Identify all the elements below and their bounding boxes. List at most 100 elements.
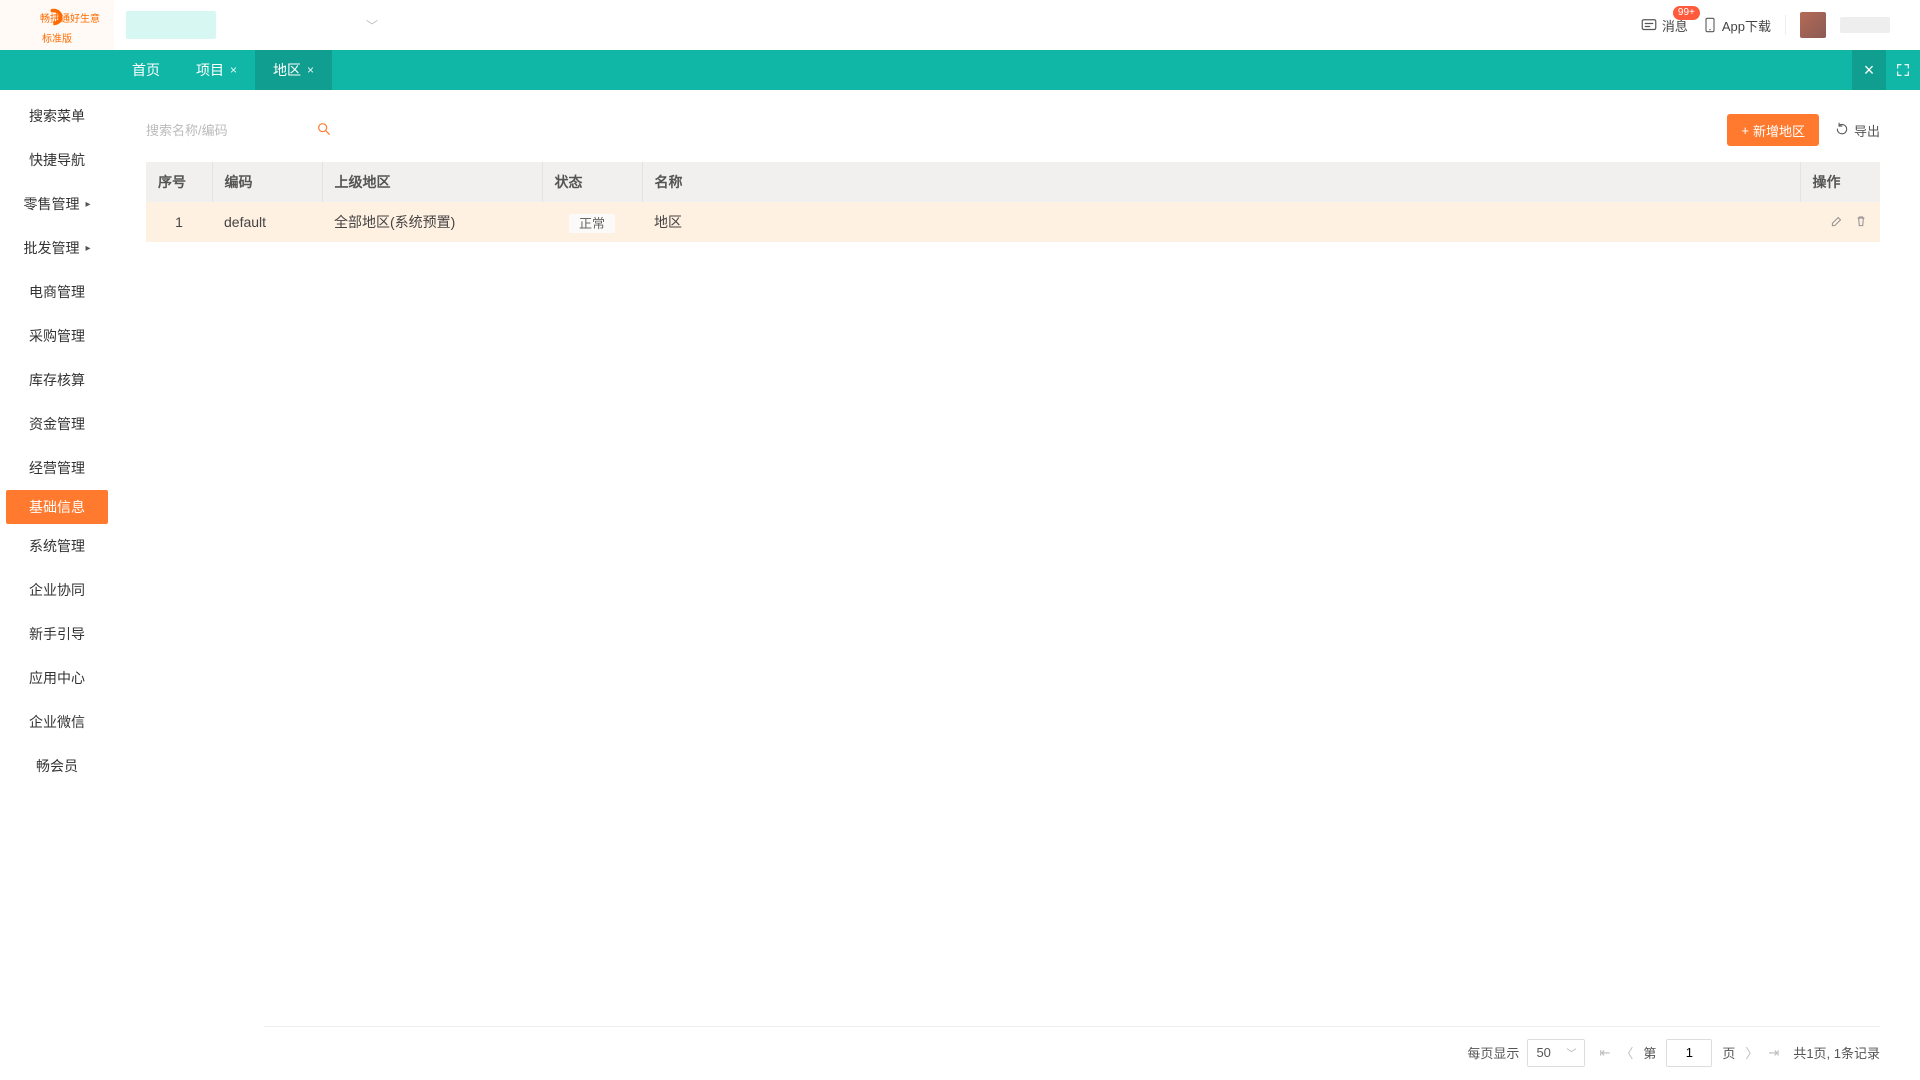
page-suffix: 页 <box>1722 1043 1735 1062</box>
tab-label: 地区 <box>273 60 301 80</box>
close-icon[interactable]: × <box>230 63 237 77</box>
logo-brand: 畅捷通好生意 <box>40 10 100 25</box>
sidebar-item-label: 企业协同 <box>29 580 85 600</box>
delete-icon[interactable] <box>1854 214 1868 231</box>
org-switcher[interactable] <box>126 11 216 39</box>
sidebar: 搜索菜单 快捷导航 零售管理▸ 批发管理 ▸ 电商管理 采购管理 库存核算 资金管… <box>0 90 114 1080</box>
close-tab-button[interactable] <box>1852 50 1886 90</box>
sidebar-item-operations[interactable]: 经营管理 <box>0 446 114 490</box>
tab-project[interactable]: 项目 × <box>178 50 255 90</box>
sidebar-item-basic-info[interactable]: 基础信息 <box>6 490 108 524</box>
page-size-value: 50 <box>1536 1045 1550 1060</box>
export-icon <box>1835 122 1849 139</box>
plus-icon: + <box>1741 123 1749 138</box>
avatar[interactable] <box>1800 12 1826 38</box>
sidebar-item-label: 电商管理 <box>29 282 85 302</box>
tab-region[interactable]: 地区 × <box>255 50 332 90</box>
page-size-label: 每页显示 <box>1467 1043 1519 1062</box>
message-icon <box>1640 16 1658 34</box>
th-name[interactable]: 名称 <box>642 162 1800 202</box>
logo-subtitle: 标准版 <box>42 30 72 45</box>
chevron-down-icon[interactable]: ﹀ <box>366 17 378 34</box>
search-icon[interactable] <box>316 121 332 140</box>
chevron-down-icon: ﹀ <box>1566 1045 1576 1060</box>
sidebar-item-ecommerce[interactable]: 电商管理 <box>0 270 114 314</box>
pagination: 每页显示 50 ﹀ ⇤ 〈 第 页 〉 ⇥ 共1页, 1条记录 <box>264 1026 1880 1064</box>
sidebar-item-label: 快捷导航 <box>29 150 85 170</box>
divider <box>1785 15 1786 35</box>
edit-icon[interactable] <box>1830 214 1844 231</box>
sidebar-item-label: 采购管理 <box>29 326 85 346</box>
sidebar-item-search-menu[interactable]: 搜索菜单 <box>0 94 114 138</box>
sidebar-item-label: 新手引导 <box>29 624 85 644</box>
sidebar-item-guide[interactable]: 新手引导 <box>0 612 114 656</box>
region-table: 序号 编码 上级地区 状态 名称 操作 1 default 全部地区(系统预置)… <box>146 162 1880 242</box>
sidebar-item-purchase[interactable]: 采购管理 <box>0 314 114 358</box>
cell-code: default <box>212 202 322 242</box>
messages-badge: 99+ <box>1673 6 1700 20</box>
sidebar-item-app-center[interactable]: 应用中心 <box>0 656 114 700</box>
first-page-button[interactable]: ⇤ <box>1599 1045 1610 1061</box>
close-icon <box>1864 60 1875 81</box>
add-region-label: 新增地区 <box>1753 121 1805 140</box>
cell-parent: 全部地区(系统预置) <box>322 202 542 242</box>
logo[interactable]: 畅捷通好生意 标准版 <box>0 0 114 50</box>
tab-home[interactable]: 首页 <box>114 50 178 90</box>
caret-right-icon: ▸ <box>85 243 90 254</box>
user-name[interactable] <box>1840 17 1890 33</box>
sidebar-item-collab[interactable]: 企业协同 <box>0 568 114 612</box>
add-region-button[interactable]: + 新增地区 <box>1727 114 1819 146</box>
sidebar-item-funds[interactable]: 资金管理 <box>0 402 114 446</box>
sidebar-item-inventory[interactable]: 库存核算 <box>0 358 114 402</box>
next-page-button[interactable]: 〉 <box>1745 1043 1758 1062</box>
th-seq[interactable]: 序号 <box>146 162 212 202</box>
search <box>146 117 356 144</box>
sidebar-item-label: 系统管理 <box>29 536 85 556</box>
th-ops[interactable]: 操作 <box>1800 162 1880 202</box>
sidebar-item-label: 经营管理 <box>29 458 85 478</box>
sidebar-item-label: 应用中心 <box>29 668 85 688</box>
page-total: 共1页, 1条记录 <box>1793 1043 1880 1062</box>
table-header-row: 序号 编码 上级地区 状态 名称 操作 <box>146 162 1880 202</box>
messages-button[interactable]: 消息 99+ <box>1640 16 1688 35</box>
tab-label: 首页 <box>132 60 160 80</box>
th-code[interactable]: 编码 <box>212 162 322 202</box>
sidebar-item-wechat-work[interactable]: 企业微信 <box>0 700 114 744</box>
sidebar-item-label: 企业微信 <box>29 712 85 732</box>
main-content: + 新增地区 导出 序号 编码 上级地区 状态 名称 <box>114 90 1920 1080</box>
cell-seq: 1 <box>146 202 212 242</box>
search-input[interactable] <box>146 117 316 144</box>
th-parent[interactable]: 上级地区 <box>322 162 542 202</box>
th-status[interactable]: 状态 <box>542 162 642 202</box>
table-row[interactable]: 1 default 全部地区(系统预置) 正常 地区 <box>146 202 1880 242</box>
tabs-bar: 首页 项目 × 地区 × <box>0 50 1920 90</box>
tab-label: 项目 <box>196 60 224 80</box>
sidebar-item-retail[interactable]: 零售管理▸ <box>0 182 114 226</box>
sidebar-item-quick-nav[interactable]: 快捷导航 <box>0 138 114 182</box>
page-input[interactable] <box>1666 1039 1712 1067</box>
cell-name: 地区 <box>642 202 1800 242</box>
fullscreen-button[interactable] <box>1886 50 1920 90</box>
sidebar-item-label: 畅会员 <box>36 756 78 776</box>
last-page-button[interactable]: ⇥ <box>1768 1045 1779 1061</box>
sidebar-item-label: 资金管理 <box>29 414 85 434</box>
cell-ops <box>1800 202 1880 242</box>
phone-icon <box>1702 16 1718 34</box>
sidebar-item-label: 搜索菜单 <box>29 106 85 126</box>
sidebar-item-member[interactable]: 畅会员 <box>0 744 114 788</box>
export-label: 导出 <box>1854 121 1880 140</box>
close-icon[interactable]: × <box>307 63 314 77</box>
sidebar-item-system[interactable]: 系统管理 <box>0 524 114 568</box>
sidebar-item-label: 基础信息 <box>29 497 85 517</box>
prev-page-button[interactable]: 〈 <box>1620 1043 1633 1062</box>
expand-icon <box>1895 62 1911 78</box>
status-badge: 正常 <box>569 214 615 233</box>
app-download-button[interactable]: App下载 <box>1702 16 1771 35</box>
header-right: 消息 99+ App下载 <box>1640 0 1920 50</box>
sidebar-item-label: 库存核算 <box>29 370 85 390</box>
sidebar-item-label: 批发管理 <box>23 238 79 258</box>
app-download-label: App下载 <box>1722 16 1771 35</box>
page-size-select[interactable]: 50 ﹀ <box>1527 1039 1585 1067</box>
sidebar-item-wholesale[interactable]: 批发管理 ▸ <box>0 226 114 270</box>
export-button[interactable]: 导出 <box>1835 121 1880 140</box>
